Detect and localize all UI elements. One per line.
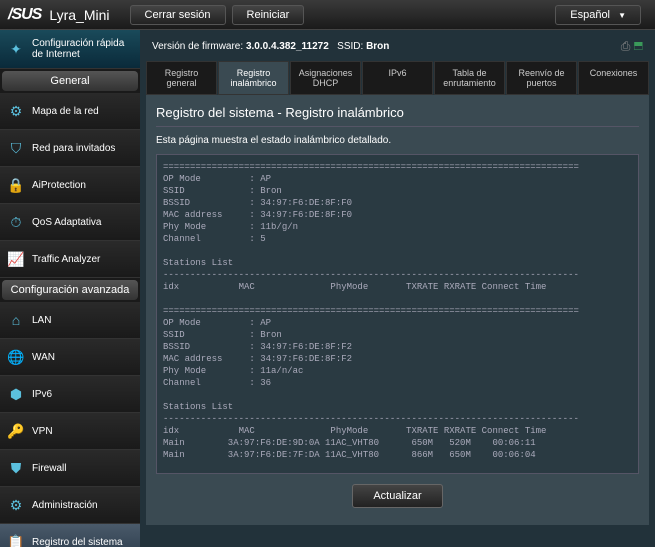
magic-wand-icon: ✦: [6, 39, 26, 59]
language-selector[interactable]: Español ▼: [555, 5, 647, 25]
page-title: Registro del sistema - Registro inalámbr…: [156, 105, 639, 127]
nav-icon: ⛊: [6, 458, 26, 478]
model-name: Lyra_Mini: [49, 7, 109, 23]
nav-icon: ⏱: [6, 212, 26, 232]
nav-icon: ⌂: [6, 310, 26, 330]
sidebar-item-label: Registro del sistema: [32, 537, 134, 547]
sidebar-item-label: IPv6: [32, 389, 134, 400]
page-description: Esta página muestra el estado inalámbric…: [156, 127, 639, 154]
usb-icon[interactable]: ⬒: [634, 39, 643, 53]
sidebar-item-label: Traffic Analyzer: [32, 254, 134, 265]
reboot-button[interactable]: Reiniciar: [232, 5, 305, 25]
tab[interactable]: Tabla de enrutamiento: [434, 61, 505, 95]
ssid-value[interactable]: Bron: [366, 41, 389, 52]
nav-icon: ⚙: [6, 495, 26, 515]
sidebar: ✦ Configuración rápida de Internet Gener…: [0, 30, 140, 547]
nav-icon: 🔒: [6, 175, 26, 195]
sidebar-item[interactable]: ⛉ Red para invitados: [0, 130, 140, 167]
nav-icon: ⛉: [6, 138, 26, 158]
language-label: Español: [570, 9, 610, 21]
sidebar-item-label: LAN: [32, 315, 134, 326]
sidebar-item-label: Red para invitados: [32, 143, 134, 154]
sidebar-item[interactable]: ⬢ IPv6: [0, 376, 140, 413]
sidebar-item[interactable]: ⚙ Mapa de la red: [0, 93, 140, 130]
sidebar-item-label: Administración: [32, 500, 134, 511]
nav-icon: 🌐: [6, 347, 26, 367]
sidebar-item-label: Firewall: [32, 463, 134, 474]
nav-icon: 📋: [6, 532, 26, 547]
sidebar-quick-setup[interactable]: ✦ Configuración rápida de Internet: [0, 30, 140, 69]
sidebar-item-label: AiProtection: [32, 180, 134, 191]
fw-label: Versión de firmware:: [152, 41, 243, 52]
fw-value[interactable]: 3.0.0.4.382_11272: [246, 41, 329, 52]
refresh-button[interactable]: Actualizar: [352, 484, 442, 508]
sidebar-item[interactable]: 🌐 WAN: [0, 339, 140, 376]
sidebar-item[interactable]: ⛊ Firewall: [0, 450, 140, 487]
sidebar-item[interactable]: 📈 Traffic Analyzer: [0, 241, 140, 278]
tab[interactable]: Registro general: [146, 61, 217, 95]
sidebar-item-label: Mapa de la red: [32, 106, 134, 117]
printer-icon[interactable]: ⎙: [621, 39, 631, 53]
tab[interactable]: IPv6: [362, 61, 433, 95]
topbar: /SUS Lyra_Mini Cerrar sesión Reiniciar E…: [0, 0, 655, 30]
tab[interactable]: Asignaciones DHCP: [290, 61, 361, 95]
sidebar-item-label: Configuración rápida de Internet: [32, 38, 134, 60]
language-button[interactable]: Español ▼: [555, 5, 641, 25]
log-output[interactable]: ========================================…: [156, 154, 639, 474]
sidebar-item[interactable]: 📋 Registro del sistema: [0, 524, 140, 547]
nav-icon: ⚙: [6, 101, 26, 121]
sidebar-item[interactable]: 🔒 AiProtection: [0, 167, 140, 204]
panel: Registro del sistema - Registro inalámbr…: [146, 95, 649, 525]
chevron-down-icon: ▼: [618, 11, 626, 20]
content: Versión de firmware: 3.0.0.4.382_11272 S…: [140, 30, 655, 547]
tab[interactable]: Reenvío de puertos: [506, 61, 577, 95]
sidebar-header-general: General: [2, 71, 138, 91]
logout-button[interactable]: Cerrar sesión: [130, 5, 226, 25]
tab[interactable]: Registro inalámbrico: [218, 61, 289, 95]
firmware-line: Versión de firmware: 3.0.0.4.382_11272 S…: [146, 36, 649, 57]
sidebar-item[interactable]: 🔑 VPN: [0, 413, 140, 450]
sidebar-item[interactable]: ⚙ Administración: [0, 487, 140, 524]
ssid-label: SSID:: [337, 41, 363, 52]
brand-logo: /SUS: [8, 6, 41, 24]
tab[interactable]: Conexiones: [578, 61, 649, 95]
sidebar-header-advanced: Configuración avanzada: [2, 280, 138, 300]
tab-bar: Registro generalRegistro inalámbricoAsig…: [146, 61, 649, 95]
status-icons[interactable]: ⎙ ⬒: [621, 39, 643, 54]
sidebar-item-label: WAN: [32, 352, 134, 363]
sidebar-item[interactable]: ⌂ LAN: [0, 302, 140, 339]
sidebar-item-label: QoS Adaptativa: [32, 217, 134, 228]
nav-icon: ⬢: [6, 384, 26, 404]
nav-icon: 🔑: [6, 421, 26, 441]
sidebar-item[interactable]: ⏱ QoS Adaptativa: [0, 204, 140, 241]
nav-icon: 📈: [6, 249, 26, 269]
sidebar-item-label: VPN: [32, 426, 134, 437]
